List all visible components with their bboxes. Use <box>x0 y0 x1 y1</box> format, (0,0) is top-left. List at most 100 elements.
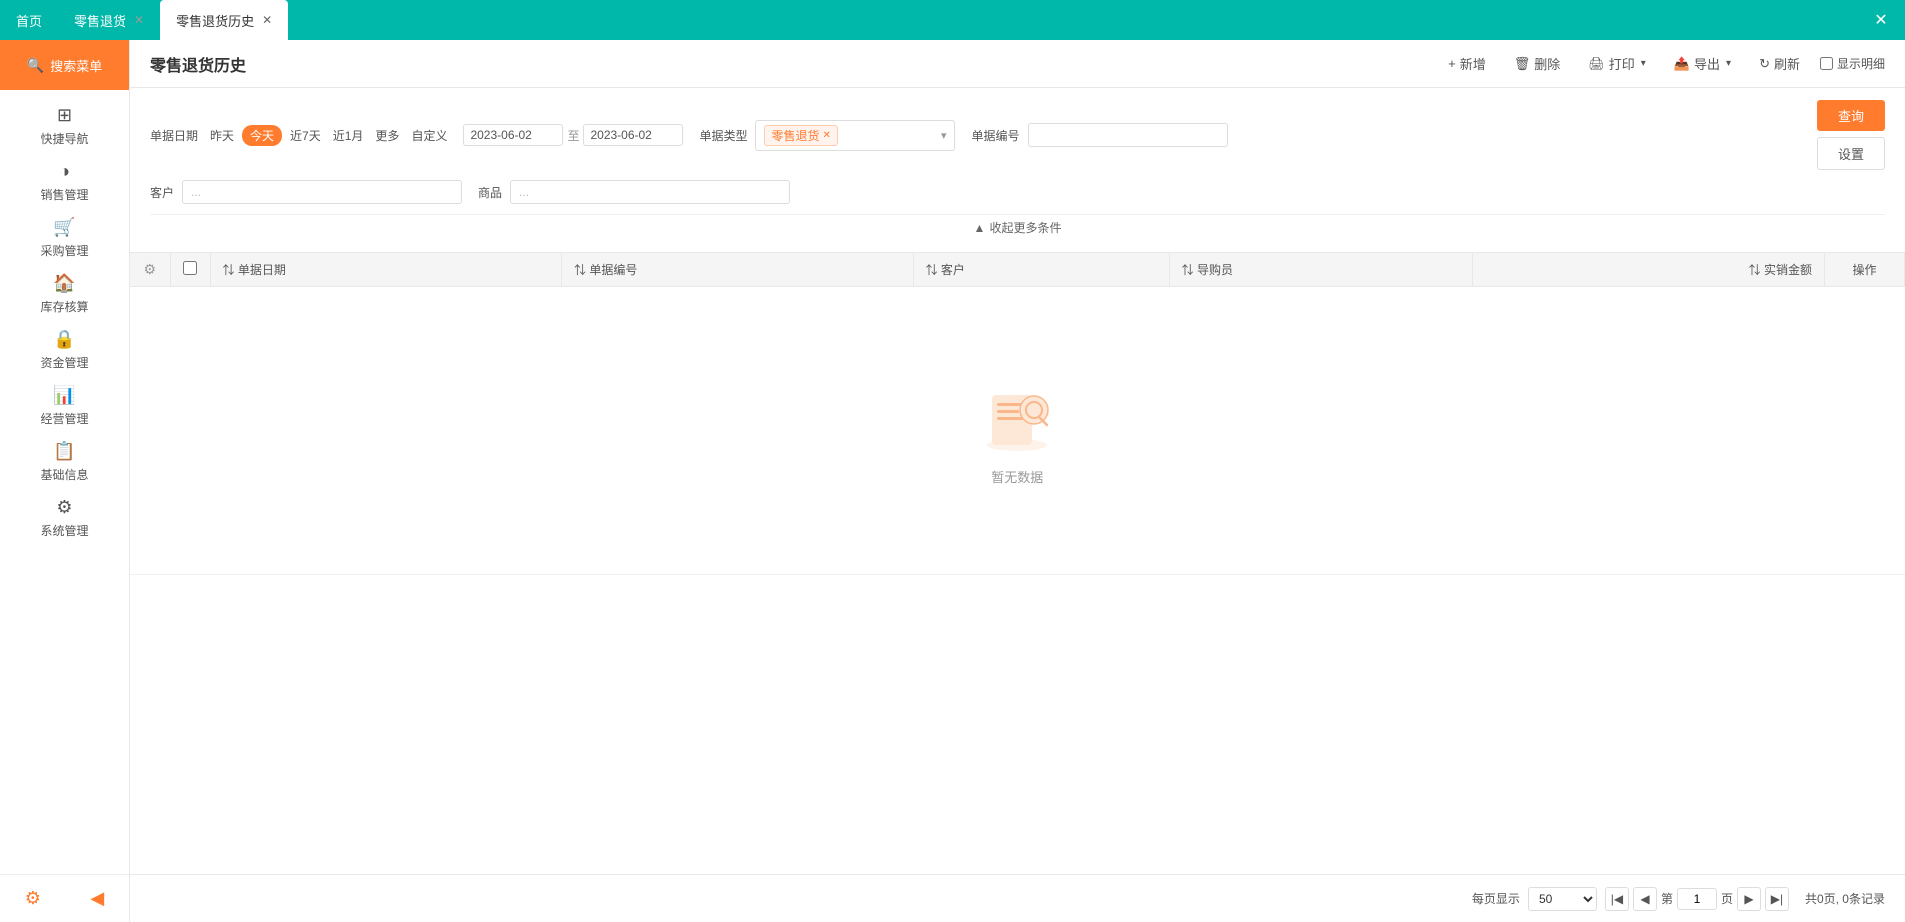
sidebar-item-operations-label: 经营管理 <box>40 410 88 427</box>
date-btn-custom[interactable]: 自定义 <box>407 125 451 146</box>
type-tag-close[interactable]: ✕ <box>823 130 831 141</box>
empty-text: 暂无数据 <box>991 467 1043 486</box>
date-filter-field: 单据日期 昨天 今天 近7天 近1月 更多 自定义 至 <box>150 124 683 146</box>
date-btn-today[interactable]: 今天 <box>242 125 282 146</box>
sidebar-item-inventory[interactable]: 🏠 库存核算 <box>0 266 129 322</box>
export-button[interactable]: 📤 导出 <box>1666 50 1739 77</box>
sidebar-search-label: 搜索菜单 <box>50 56 102 75</box>
page-title: 零售退货历史 <box>150 52 1440 76</box>
date-to-input[interactable] <box>583 124 683 146</box>
operations-icon: 📊 <box>53 385 75 406</box>
display-toggle-checkbox[interactable] <box>1820 57 1833 70</box>
print-icon: 🖨 <box>1588 56 1605 72</box>
display-toggle[interactable]: 显示明细 <box>1820 55 1885 72</box>
th-customer: ⇅ 客户 <box>913 253 1169 287</box>
tab-retail-return[interactable]: 零售退货 ✕ <box>58 0 160 40</box>
tab-home[interactable]: 首页 <box>0 0 58 40</box>
sidebar-item-purchase-mgmt-label: 采购管理 <box>40 242 88 259</box>
date-btn-more[interactable]: 更多 <box>371 125 403 146</box>
page-prev-btn[interactable]: ◀ <box>1633 887 1657 911</box>
filter-area: 单据日期 昨天 今天 近7天 近1月 更多 自定义 至 <box>130 88 1905 253</box>
type-filter-field: 单据类型 零售退货 ✕ ▾ <box>699 120 955 151</box>
table-setting-icon[interactable]: ⚙ <box>143 261 156 277</box>
customer-filter-input[interactable] <box>182 180 462 204</box>
page-word: 第 <box>1661 890 1673 907</box>
refresh-label: 刷新 <box>1774 54 1800 73</box>
sidebar-item-quick-nav-label: 快捷导航 <box>40 130 88 147</box>
date-from-input[interactable] <box>463 124 563 146</box>
page-first-btn[interactable]: |◀ <box>1605 887 1629 911</box>
customer-filter-label: 客户 <box>150 184 174 201</box>
select-all-checkbox[interactable] <box>183 261 197 275</box>
top-bar: 首页 零售退货 ✕ 零售退货历史 ✕ ✕ <box>0 0 1905 40</box>
new-label: 新增 <box>1460 54 1486 73</box>
sidebar-item-finance-label: 资金管理 <box>40 354 88 371</box>
purchase-mgmt-icon: 🛒 <box>53 217 75 238</box>
tab-retail-return-history-close[interactable]: ✕ <box>262 13 272 27</box>
page-last-btn[interactable]: ▶| <box>1765 887 1789 911</box>
type-select-arrow: ▾ <box>941 129 947 142</box>
sidebar-item-basic-info[interactable]: 📋 基础信息 <box>0 434 129 490</box>
refresh-button[interactable]: ↻ 刷新 <box>1751 50 1808 77</box>
type-select[interactable]: 零售退货 ✕ ▾ <box>755 120 955 151</box>
sidebar-item-sys-mgmt-label: 系统管理 <box>40 522 88 539</box>
sidebar-item-sys-mgmt[interactable]: ⚙ 系统管理 <box>0 490 129 546</box>
sidebar-item-quick-nav[interactable]: ⊞ 快捷导航 <box>0 98 129 154</box>
empty-state-cell: 暂无数据 <box>130 287 1905 575</box>
print-button[interactable]: 🖨 打印 <box>1580 50 1654 77</box>
new-icon: + <box>1448 56 1456 71</box>
per-page-label: 每页显示 <box>1472 890 1520 907</box>
th-setting: ⚙ <box>130 253 170 287</box>
collapse-bar[interactable]: ▲ 收起更多条件 <box>150 214 1885 240</box>
th-amount-label: ⇅ 实销金额 <box>1749 263 1812 277</box>
page-label: 页 <box>1721 890 1733 907</box>
type-tag-retail-return: 零售退货 ✕ <box>764 125 837 146</box>
basic-info-icon: 📋 <box>53 441 75 462</box>
settings-button[interactable]: 设置 <box>1817 137 1885 170</box>
new-button[interactable]: + 新增 <box>1440 50 1494 77</box>
table-header-row: ⚙ ⇅ 单据日期 ⇅ 单据编号 ⇅ 客户 <box>130 253 1905 287</box>
tab-retail-return-history[interactable]: 零售退货历史 ✕ <box>160 0 288 40</box>
sys-mgmt-icon: ⚙ <box>56 497 72 518</box>
query-button[interactable]: 查询 <box>1817 100 1885 131</box>
sidebar-item-sales-mgmt[interactable]: ◑ 销售管理 <box>0 154 129 210</box>
date-btn-1month[interactable]: 近1月 <box>329 125 368 146</box>
date-btn-7days[interactable]: 近7天 <box>286 125 325 146</box>
window-close-button[interactable]: ✕ <box>1857 0 1905 40</box>
empty-state: 暂无数据 <box>142 295 1893 566</box>
th-guide-label: ⇅ 导购员 <box>1182 263 1233 277</box>
number-filter-input[interactable] <box>1028 123 1228 147</box>
tab-retail-return-history-label: 零售退货历史 <box>176 11 254 30</box>
export-icon: 📤 <box>1674 56 1690 72</box>
th-check <box>170 253 210 287</box>
page-next-btn[interactable]: ▶ <box>1737 887 1761 911</box>
search-icon: 🔍 <box>27 57 44 74</box>
sidebar-item-purchase-mgmt[interactable]: 🛒 采购管理 <box>0 210 129 266</box>
th-customer-label: ⇅ 客户 <box>926 263 965 277</box>
tab-retail-return-close[interactable]: ✕ <box>134 13 144 27</box>
sidebar-item-inventory-label: 库存核算 <box>40 298 88 315</box>
th-amount: ⇅ 实销金额 <box>1473 253 1825 287</box>
collapse-foot-icon[interactable]: ◀ <box>90 888 104 909</box>
goods-filter-input[interactable] <box>510 180 790 204</box>
delete-button[interactable]: 🗑 删除 <box>1506 50 1569 77</box>
th-number-label: ⇅ 单据编号 <box>574 263 637 277</box>
sidebar-footer: ⚙ ◀ <box>0 874 129 922</box>
page-number-input[interactable] <box>1677 888 1717 910</box>
per-page-select[interactable]: 50 100 200 <box>1528 887 1597 911</box>
goods-filter-label: 商品 <box>478 184 502 201</box>
export-label: 导出 <box>1694 54 1720 73</box>
date-filter-label: 单据日期 <box>150 127 198 144</box>
sidebar-item-operations[interactable]: 📊 经营管理 <box>0 378 129 434</box>
date-btn-yesterday[interactable]: 昨天 <box>206 125 238 146</box>
sidebar-search[interactable]: 🔍 搜索菜单 <box>0 40 129 90</box>
customer-filter-field: 客户 <box>150 180 462 204</box>
sidebar-item-finance[interactable]: 🔒 资金管理 <box>0 322 129 378</box>
goods-filter-field: 商品 <box>478 180 790 204</box>
display-toggle-label: 显示明细 <box>1837 55 1885 72</box>
tab-home-label: 首页 <box>16 11 42 30</box>
table-container: ⚙ ⇅ 单据日期 ⇅ 单据编号 ⇅ 客户 <box>130 253 1905 874</box>
pagination-nav: |◀ ◀ 第 页 ▶ ▶| <box>1605 887 1789 911</box>
tab-retail-return-label: 零售退货 <box>74 11 126 30</box>
settings-foot-icon[interactable]: ⚙ <box>25 888 41 909</box>
